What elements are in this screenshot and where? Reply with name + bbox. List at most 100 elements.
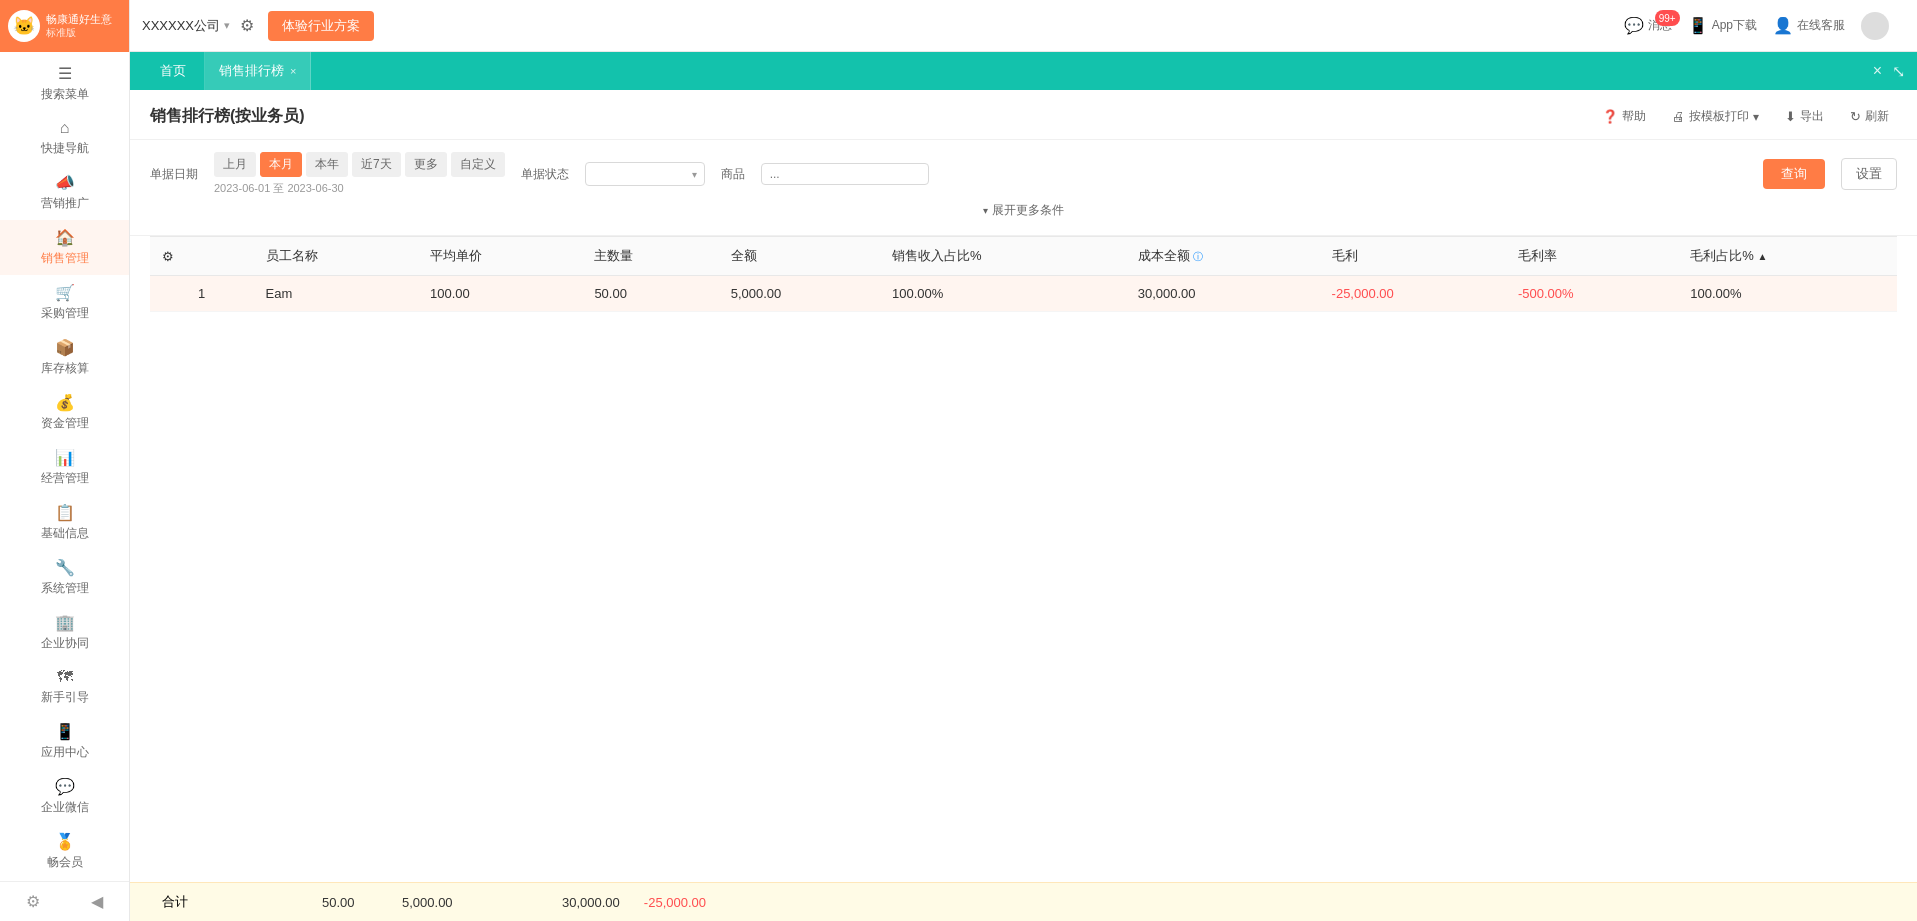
- sidebar-item-wechat[interactable]: 💬 企业微信: [0, 769, 129, 824]
- goods-filter-input[interactable]: [770, 167, 920, 181]
- tab-sales-ranking[interactable]: 销售排行榜 ×: [205, 52, 311, 90]
- message-btn[interactable]: 💬 消息 99+: [1624, 16, 1672, 35]
- settings-btn[interactable]: 设置: [1841, 158, 1897, 190]
- topbar-settings-icon[interactable]: ⚙: [240, 16, 254, 35]
- table-footer: 合计 50.00 5,000.00 30,000.00 -25,000.00: [130, 882, 1917, 921]
- tab-home[interactable]: 首页: [142, 52, 205, 90]
- sidebar-logo: 🐱 畅康通好生意 标准版: [0, 0, 129, 52]
- logo-icon: 🐱: [8, 10, 40, 42]
- date-btn-this-year[interactable]: 本年: [306, 152, 348, 177]
- sidebar-nav: ☰ 搜索菜单 ⌂ 快捷导航 📣 营销推广 🏠 销售管理 🛒 采购管理 📦 库存核…: [0, 52, 129, 881]
- filter-row: 单据日期 上月 本月 本年 近7天 更多 自定义 2023-06-01 至 20…: [150, 152, 1897, 196]
- tab-sales-ranking-label: 销售排行榜: [219, 62, 284, 80]
- sidebar-item-sales[interactable]: 🏠 销售管理: [0, 220, 129, 275]
- date-btn-7days[interactable]: 近7天: [352, 152, 401, 177]
- app-download-label: App下载: [1712, 17, 1757, 34]
- sidebar-item-funds-label: 资金管理: [41, 415, 89, 432]
- footer-gross: -25,000.00: [632, 895, 718, 910]
- query-btn[interactable]: 查询: [1763, 159, 1825, 189]
- th-sales-pct: 销售收入占比%: [880, 237, 1126, 276]
- date-btn-last-month[interactable]: 上月: [214, 152, 256, 177]
- date-btn-custom[interactable]: 自定义: [451, 152, 505, 177]
- refresh-btn[interactable]: ↻ 刷新: [1842, 104, 1897, 129]
- data-table: ⚙ 员工名称 平均单价 主数量 全额 销售收入占比% 成本全额 ⓘ 毛利 毛利率…: [150, 236, 1897, 312]
- date-btn-more[interactable]: 更多: [405, 152, 447, 177]
- page-actions: ❓ 帮助 🖨 按模板打印 ▾ ⬇ 导出 ↻ 刷新: [1594, 104, 1897, 129]
- sidebar-item-wechat-label: 企业微信: [41, 799, 89, 816]
- table-body: 1Eam100.0050.005,000.00100.00%30,000.00-…: [150, 276, 1897, 312]
- avatar[interactable]: [1861, 12, 1889, 40]
- cell-cost: 30,000.00: [1126, 276, 1320, 312]
- sidebar-item-system[interactable]: 🔧 系统管理: [0, 550, 129, 605]
- sidebar-item-inventory[interactable]: 📦 库存核算: [0, 330, 129, 385]
- topbar: XXXXXX公司 ▾ ⚙ 体验行业方案 💬 消息 99+ 📱 App下载 👤 在…: [130, 0, 1917, 52]
- th-avg-price: 平均单价: [418, 237, 582, 276]
- sidebar-item-search-label: 搜索菜单: [41, 86, 89, 103]
- trial-btn[interactable]: 体验行业方案: [268, 11, 374, 41]
- online-service-icon: 👤: [1773, 16, 1793, 35]
- settings-footer-btn[interactable]: ⚙: [26, 892, 40, 911]
- sidebar-item-operations[interactable]: 📊 经营管理: [0, 440, 129, 495]
- sidebar-item-enterprise[interactable]: 🏢 企业协同: [0, 605, 129, 660]
- resize-btn[interactable]: ⤡: [1892, 62, 1905, 81]
- sidebar-item-nav[interactable]: ⌂ 快捷导航: [0, 111, 129, 165]
- date-range-display: 2023-06-01 至 2023-06-30: [214, 181, 505, 196]
- cell-name: Eam: [254, 276, 418, 312]
- sidebar-item-funds[interactable]: 💰 资金管理: [0, 385, 129, 440]
- refresh-icon: ↻: [1850, 109, 1861, 124]
- sidebar-item-search[interactable]: ☰ 搜索菜单: [0, 56, 129, 111]
- guide-icon: 🗺: [57, 668, 73, 686]
- sidebar-item-inventory-label: 库存核算: [41, 360, 89, 377]
- help-btn[interactable]: ❓ 帮助: [1594, 104, 1654, 129]
- sidebar-item-member[interactable]: 🏅 畅会员: [0, 824, 129, 879]
- sidebar-item-basic[interactable]: 📋 基础信息: [0, 495, 129, 550]
- tabbar-right: × ⤡: [1873, 62, 1905, 81]
- sales-icon: 🏠: [55, 228, 75, 247]
- footer-label: 合计: [150, 893, 230, 911]
- company-selector[interactable]: XXXXXX公司 ▾: [142, 17, 230, 35]
- close-window-btn[interactable]: ×: [1873, 62, 1882, 80]
- online-service-btn[interactable]: 👤 在线客服: [1773, 16, 1845, 35]
- status-select[interactable]: [585, 162, 705, 186]
- cell-amount: 5,000.00: [719, 276, 880, 312]
- appstore-icon: 📱: [55, 722, 75, 741]
- print-btn[interactable]: 🖨 按模板打印 ▾: [1664, 104, 1767, 129]
- table-row: 1Eam100.0050.005,000.00100.00%30,000.00-…: [150, 276, 1897, 312]
- message-badge: 99+: [1655, 10, 1680, 26]
- search-icon: ☰: [58, 64, 72, 83]
- cell-qty: 50.00: [582, 276, 718, 312]
- marketing-icon: 📣: [55, 173, 75, 192]
- tabbar: 首页 销售排行榜 × × ⤡: [130, 52, 1917, 90]
- date-btn-this-month[interactable]: 本月: [260, 152, 302, 177]
- cell-gross: -25,000.00: [1320, 276, 1506, 312]
- th-rank: [186, 237, 254, 276]
- logo-title: 畅康通好生意: [46, 12, 112, 26]
- sidebar-item-operations-label: 经营管理: [41, 470, 89, 487]
- collapse-footer-btn[interactable]: ◀: [91, 892, 103, 911]
- sidebar-item-guide[interactable]: 🗺 新手引导: [0, 660, 129, 714]
- sidebar-item-system-label: 系统管理: [41, 580, 89, 597]
- sidebar-item-enterprise-label: 企业协同: [41, 635, 89, 652]
- content-area: 销售排行榜(按业务员) ❓ 帮助 🖨 按模板打印 ▾ ⬇ 导出 ↻ 刷新: [130, 90, 1917, 921]
- sidebar-item-appstore[interactable]: 📱 应用中心: [0, 714, 129, 769]
- sidebar-footer: ⚙ ◀: [0, 881, 129, 921]
- enterprise-icon: 🏢: [55, 613, 75, 632]
- system-icon: 🔧: [55, 558, 75, 577]
- filter-area: 单据日期 上月 本月 本年 近7天 更多 自定义 2023-06-01 至 20…: [130, 140, 1917, 236]
- tab-close-btn[interactable]: ×: [290, 65, 296, 77]
- app-download-btn[interactable]: 📱 App下载: [1688, 16, 1757, 35]
- sidebar-item-member-label: 畅会员: [47, 854, 83, 871]
- home-icon: ⌂: [60, 119, 70, 137]
- export-icon: ⬇: [1785, 109, 1796, 124]
- cell-settings: [150, 276, 186, 312]
- th-cost: 成本全额 ⓘ: [1126, 237, 1320, 276]
- sidebar-item-guide-label: 新手引导: [41, 689, 89, 706]
- cell-gross-pct: 100.00%: [1678, 276, 1897, 312]
- sidebar-item-purchase[interactable]: 🛒 采购管理: [0, 275, 129, 330]
- main-area: XXXXXX公司 ▾ ⚙ 体验行业方案 💬 消息 99+ 📱 App下载 👤 在…: [130, 0, 1917, 921]
- logo-subtitle: 标准版: [46, 26, 112, 40]
- export-btn[interactable]: ⬇ 导出: [1777, 104, 1832, 129]
- expand-filter-btn[interactable]: ▾ 展开更多条件: [983, 202, 1064, 219]
- sidebar-item-marketing[interactable]: 📣 营销推广: [0, 165, 129, 220]
- page-header: 销售排行榜(按业务员) ❓ 帮助 🖨 按模板打印 ▾ ⬇ 导出 ↻ 刷新: [130, 90, 1917, 140]
